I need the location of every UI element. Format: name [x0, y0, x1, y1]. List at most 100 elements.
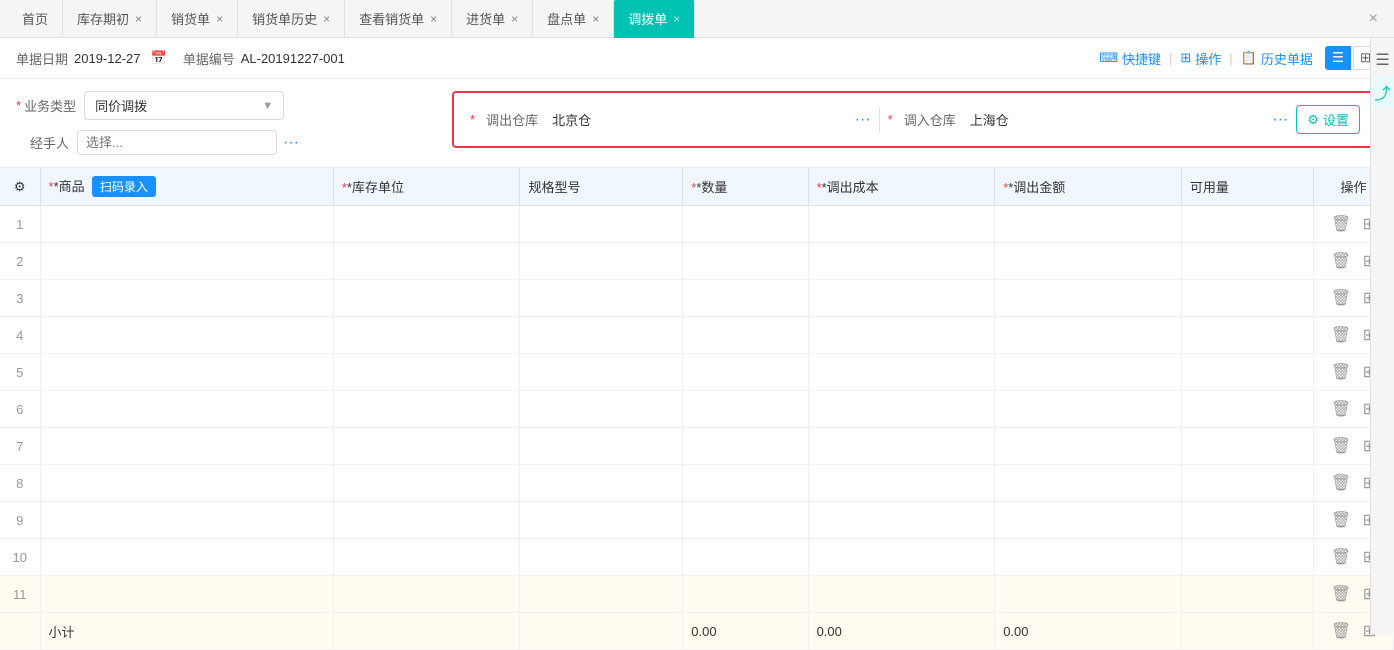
row-available-5[interactable] — [1181, 354, 1313, 391]
row-goods-3[interactable] — [40, 280, 333, 317]
row-unit-4[interactable] — [333, 317, 520, 354]
delete-btn-9[interactable]: 🗑 — [1327, 508, 1355, 532]
row-amount-3[interactable] — [995, 280, 1182, 317]
row-spec-2[interactable] — [520, 243, 683, 280]
row-available-7[interactable] — [1181, 428, 1313, 465]
tab-home[interactable]: 首页 — [8, 0, 63, 38]
handler-more-btn[interactable]: ··· — [283, 134, 299, 152]
tab-transfer-order-close[interactable]: × — [673, 12, 680, 26]
scan-btn[interactable]: 扫码录入 — [92, 176, 156, 197]
delete-btn-3[interactable]: 🗑 — [1327, 286, 1355, 310]
row-cost-2[interactable] — [808, 243, 995, 280]
row-cost-1[interactable] — [808, 206, 995, 243]
delete-btn-11[interactable]: 🗑 — [1327, 582, 1355, 606]
row-available-2[interactable] — [1181, 243, 1313, 280]
row-amount-11[interactable] — [995, 576, 1182, 613]
delete-btn-8[interactable]: 🗑 — [1327, 471, 1355, 495]
row-unit-2[interactable] — [333, 243, 520, 280]
row-quantity-3[interactable] — [683, 280, 808, 317]
row-amount-5[interactable] — [995, 354, 1182, 391]
row-quantity-6[interactable] — [683, 391, 808, 428]
sidebar-link-icon[interactable]: ⤴ — [1371, 76, 1394, 108]
delete-btn-7[interactable]: 🗑 — [1327, 434, 1355, 458]
tab-sales-history-close[interactable]: × — [323, 12, 330, 26]
handler-input[interactable] — [77, 130, 277, 155]
business-type-select[interactable]: 同价调拨 ▼ — [84, 91, 284, 120]
row-amount-7[interactable] — [995, 428, 1182, 465]
row-quantity-2[interactable] — [683, 243, 808, 280]
row-amount-8[interactable] — [995, 465, 1182, 502]
row-goods-8[interactable] — [40, 465, 333, 502]
row-spec-11[interactable] — [520, 576, 683, 613]
row-spec-1[interactable] — [520, 206, 683, 243]
tab-sales-order[interactable]: 销货单 × — [157, 0, 238, 38]
row-amount-4[interactable] — [995, 317, 1182, 354]
row-amount-6[interactable] — [995, 391, 1182, 428]
view-list-button[interactable]: ☰ — [1325, 46, 1351, 70]
row-goods-6[interactable] — [40, 391, 333, 428]
row-available-6[interactable] — [1181, 391, 1313, 428]
row-goods-10[interactable] — [40, 539, 333, 576]
row-available-8[interactable] — [1181, 465, 1313, 502]
delete-btn-2[interactable]: 🗑 — [1327, 249, 1355, 273]
row-available-4[interactable] — [1181, 317, 1313, 354]
tab-purchase-order-close[interactable]: × — [511, 12, 518, 26]
table-settings-icon[interactable]: ⚙ — [14, 179, 26, 194]
row-spec-6[interactable] — [520, 391, 683, 428]
row-goods-9[interactable] — [40, 502, 333, 539]
row-unit-8[interactable] — [333, 465, 520, 502]
row-spec-7[interactable] — [520, 428, 683, 465]
row-cost-9[interactable] — [808, 502, 995, 539]
row-cost-7[interactable] — [808, 428, 995, 465]
tab-view-sales[interactable]: 查看销货单 × — [345, 0, 452, 38]
row-spec-10[interactable] — [520, 539, 683, 576]
delete-btn-4[interactable]: 🗑 — [1327, 323, 1355, 347]
row-unit-6[interactable] — [333, 391, 520, 428]
transfer-out-more-btn[interactable]: ··· — [855, 111, 871, 129]
tab-view-sales-close[interactable]: × — [430, 12, 437, 26]
row-quantity-9[interactable] — [683, 502, 808, 539]
row-goods-11[interactable] — [40, 576, 333, 613]
row-cost-8[interactable] — [808, 465, 995, 502]
history-button[interactable]: 📋 历史单据 — [1241, 49, 1313, 68]
row-available-10[interactable] — [1181, 539, 1313, 576]
row-goods-2[interactable] — [40, 243, 333, 280]
tab-sales-order-close[interactable]: × — [216, 12, 223, 26]
close-all-button[interactable]: × — [1361, 6, 1386, 32]
row-unit-10[interactable] — [333, 539, 520, 576]
operations-button[interactable]: ⊞ 操作 — [1180, 49, 1221, 68]
row-quantity-7[interactable] — [683, 428, 808, 465]
sidebar-list-icon[interactable]: ☰ — [1371, 46, 1393, 74]
row-unit-11[interactable] — [333, 576, 520, 613]
transfer-in-more-btn[interactable]: ··· — [1272, 111, 1288, 129]
row-goods-1[interactable] — [40, 206, 333, 243]
calendar-icon[interactable]: 📅 — [151, 50, 167, 66]
row-cost-11[interactable] — [808, 576, 995, 613]
row-cost-6[interactable] — [808, 391, 995, 428]
row-goods-7[interactable] — [40, 428, 333, 465]
row-quantity-11[interactable] — [683, 576, 808, 613]
delete-btn-1[interactable]: 🗑 — [1327, 212, 1355, 236]
tab-inventory-init[interactable]: 库存期初 × — [63, 0, 157, 38]
row-cost-4[interactable] — [808, 317, 995, 354]
tab-inventory-init-close[interactable]: × — [135, 12, 142, 26]
delete-btn-5[interactable]: 🗑 — [1327, 360, 1355, 384]
row-amount-9[interactable] — [995, 502, 1182, 539]
row-unit-3[interactable] — [333, 280, 520, 317]
row-cost-10[interactable] — [808, 539, 995, 576]
row-goods-5[interactable] — [40, 354, 333, 391]
row-spec-5[interactable] — [520, 354, 683, 391]
delete-btn-10[interactable]: 🗑 — [1327, 545, 1355, 569]
row-quantity-5[interactable] — [683, 354, 808, 391]
row-quantity-10[interactable] — [683, 539, 808, 576]
row-available-11[interactable] — [1181, 576, 1313, 613]
row-quantity-4[interactable] — [683, 317, 808, 354]
row-available-9[interactable] — [1181, 502, 1313, 539]
row-amount-10[interactable] — [995, 539, 1182, 576]
row-unit-1[interactable] — [333, 206, 520, 243]
tab-transfer-order[interactable]: 调拨单 × — [614, 0, 695, 38]
delete-btn-6[interactable]: 🗑 — [1327, 397, 1355, 421]
row-unit-5[interactable] — [333, 354, 520, 391]
settings-button[interactable]: ⚙ 设置 — [1296, 105, 1360, 134]
row-goods-4[interactable] — [40, 317, 333, 354]
